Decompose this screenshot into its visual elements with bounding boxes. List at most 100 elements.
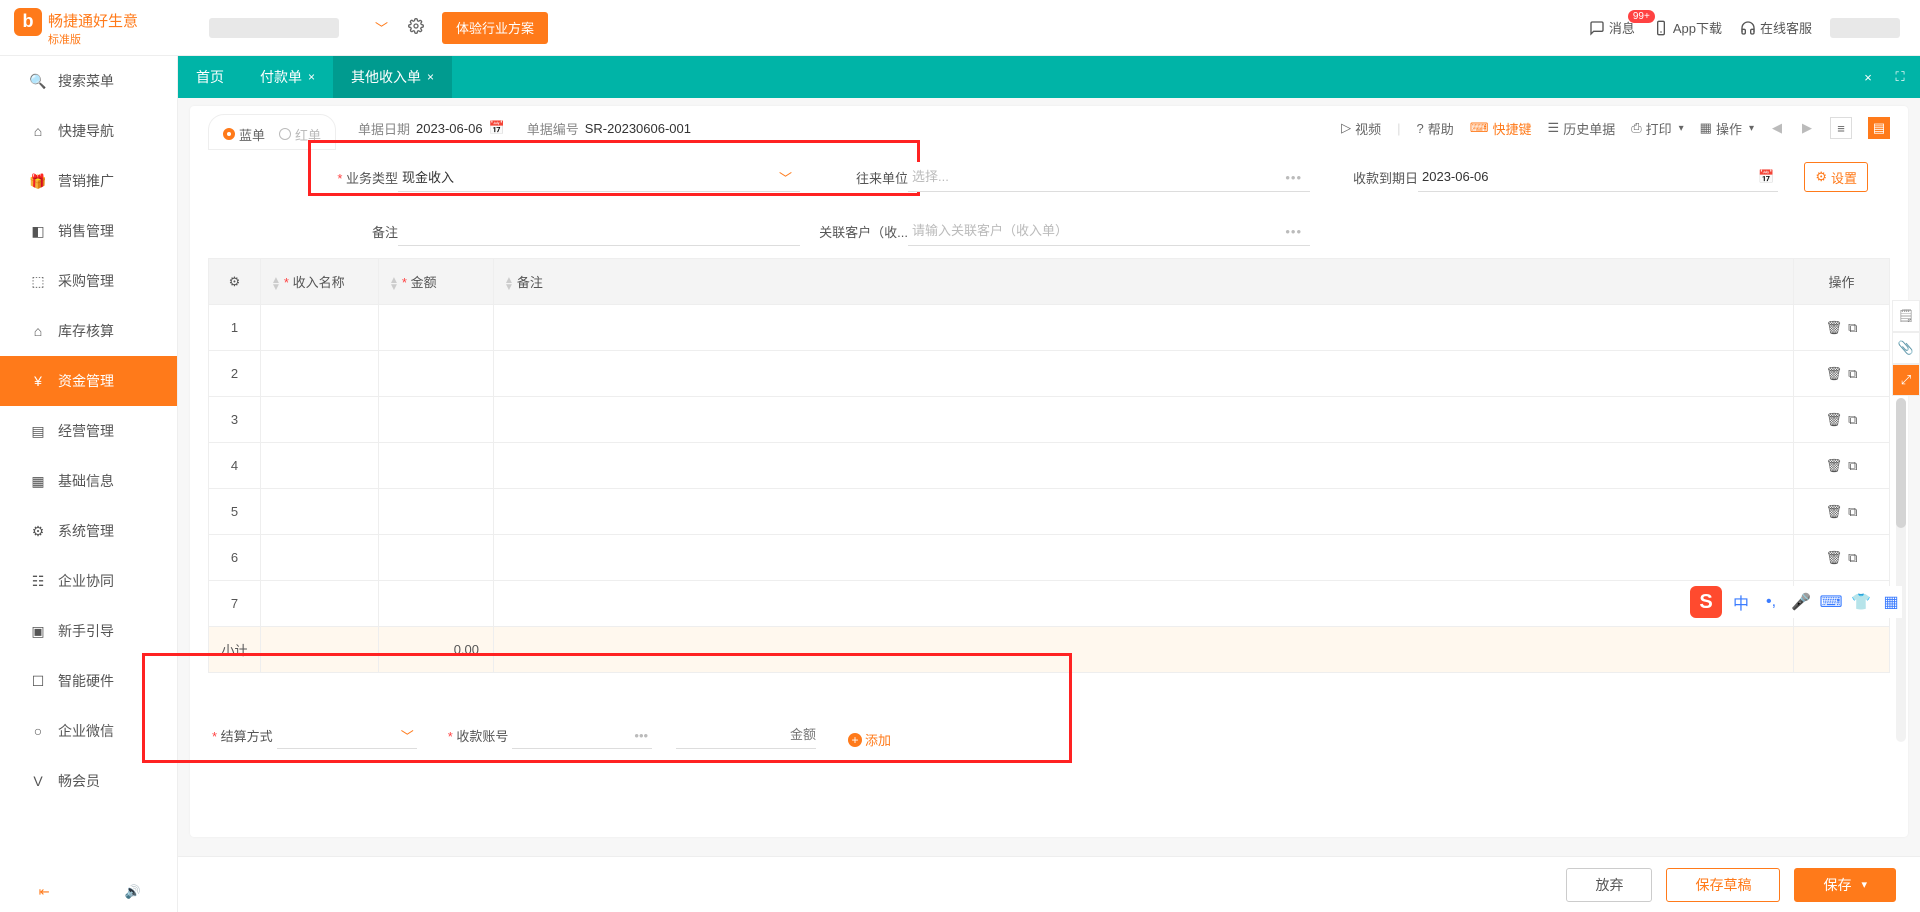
cell-amount[interactable] — [379, 581, 494, 627]
table-gear-header[interactable]: ⚙ — [209, 259, 261, 305]
sidebar-item-purchase[interactable]: ⬚采购管理 — [0, 256, 177, 306]
th-income-name[interactable]: ▲▼收入名称 — [261, 259, 379, 305]
print-link[interactable]: ⎙打印▾ — [1631, 119, 1683, 138]
shortcut-link[interactable]: ⌨快捷键 — [1470, 119, 1532, 138]
rel-customer-input[interactable] — [908, 216, 1310, 246]
delete-row-icon[interactable]: 🗑 — [1826, 550, 1843, 565]
cell-income-name[interactable] — [261, 443, 379, 489]
cell-income-name[interactable] — [261, 489, 379, 535]
view-list-icon[interactable]: ≡ — [1830, 117, 1852, 139]
delete-row-icon[interactable]: 🗑 — [1826, 320, 1843, 335]
float-note-icon[interactable]: 🗒 — [1892, 300, 1920, 332]
messages-link[interactable]: 消息 — [1589, 18, 1635, 37]
delete-row-icon[interactable]: 🗑 — [1826, 412, 1843, 427]
video-link[interactable]: ▷视频 — [1341, 119, 1381, 138]
th-amount[interactable]: ▲▼金额 — [379, 259, 494, 305]
ime-punct-icon[interactable]: •, — [1760, 591, 1782, 613]
cell-remark[interactable] — [494, 535, 1794, 581]
chevron-down-icon[interactable]: ﹀ — [779, 168, 792, 187]
cell-remark[interactable] — [494, 397, 1794, 443]
user-menu[interactable] — [1830, 18, 1900, 38]
settings-button[interactable]: ⚙设置 — [1804, 162, 1868, 192]
sidebar-item-sales[interactable]: ◧销售管理 — [0, 206, 177, 256]
sidebar-item-funds[interactable]: ¥资金管理 — [0, 356, 177, 406]
th-remark[interactable]: ▲▼备注 — [494, 259, 1794, 305]
table-row[interactable]: 4🗑⧉ — [209, 443, 1890, 489]
cell-amount[interactable] — [379, 397, 494, 443]
operate-link[interactable]: ▦操作▾ — [1700, 119, 1754, 138]
ime-keyboard-icon[interactable]: ⌨ — [1820, 591, 1842, 613]
sidebar-item-marketing[interactable]: 🎁营销推广 — [0, 156, 177, 206]
radio-blue[interactable]: 蓝单 — [223, 125, 265, 144]
app-download-link[interactable]: App下载 — [1653, 18, 1722, 37]
cell-remark[interactable] — [494, 351, 1794, 397]
calendar-icon[interactable]: 📅 — [489, 120, 505, 136]
cell-amount[interactable] — [379, 443, 494, 489]
float-expand-icon[interactable]: ⤢ — [1892, 364, 1920, 396]
org-selector[interactable]: ﹀ — [209, 18, 388, 38]
due-date-input[interactable] — [1418, 162, 1778, 192]
close-icon[interactable]: × — [427, 70, 434, 84]
sidebar-item-system[interactable]: ⚙系统管理 — [0, 506, 177, 556]
next-doc-icon[interactable]: ▶ — [1800, 120, 1814, 136]
party-input[interactable] — [908, 162, 1310, 192]
tab-other-income[interactable]: 其他收入单× — [333, 56, 452, 98]
copy-row-icon[interactable]: ⧉ — [1848, 366, 1857, 381]
cell-amount[interactable] — [379, 351, 494, 397]
table-row[interactable]: 5🗑⧉ — [209, 489, 1890, 535]
tab-home[interactable]: 首页 — [178, 56, 242, 98]
cell-amount[interactable] — [379, 535, 494, 581]
gear-icon[interactable] — [408, 18, 424, 37]
delete-row-icon[interactable]: 🗑 — [1826, 504, 1843, 519]
sidebar-item-basicinfo[interactable]: ▦基础信息 — [0, 456, 177, 506]
view-card-icon[interactable]: ▤ — [1868, 117, 1890, 139]
settle-amount-input[interactable] — [676, 721, 816, 749]
sidebar-item-wechat[interactable]: ○企业微信 — [0, 706, 177, 756]
online-service-link[interactable]: 在线客服 — [1740, 18, 1812, 37]
cell-income-name[interactable] — [261, 397, 379, 443]
sidebar-item-business[interactable]: ▤经营管理 — [0, 406, 177, 456]
tab-payment[interactable]: 付款单× — [242, 56, 333, 98]
sidebar-item-search[interactable]: 🔍搜索菜单 — [0, 56, 177, 106]
scrollbar-thumb[interactable] — [1896, 398, 1906, 528]
more-icon[interactable]: ••• — [634, 728, 648, 743]
cell-income-name[interactable] — [261, 305, 379, 351]
cell-remark[interactable] — [494, 581, 1794, 627]
ime-mic-icon[interactable]: 🎤 — [1790, 591, 1812, 613]
chevron-down-icon[interactable]: ﹀ — [401, 726, 414, 745]
copy-row-icon[interactable]: ⧉ — [1848, 320, 1857, 335]
save-draft-button[interactable]: 保存草稿 — [1666, 868, 1780, 902]
calendar-icon[interactable]: 📅 — [1758, 169, 1774, 185]
history-link[interactable]: ☰历史单据 — [1548, 119, 1616, 138]
cell-remark[interactable] — [494, 443, 1794, 489]
copy-row-icon[interactable]: ⧉ — [1848, 458, 1857, 473]
more-icon[interactable]: ••• — [1285, 224, 1302, 239]
table-row[interactable]: 2🗑⧉ — [209, 351, 1890, 397]
cell-income-name[interactable] — [261, 351, 379, 397]
sidebar-item-guide[interactable]: ▣新手引导 — [0, 606, 177, 656]
table-row[interactable]: 3🗑⧉ — [209, 397, 1890, 443]
delete-row-icon[interactable]: 🗑 — [1826, 458, 1843, 473]
remark-input[interactable] — [398, 216, 800, 246]
doc-date-value[interactable]: 2023-06-06 — [416, 121, 483, 136]
settle-method-input[interactable] — [277, 721, 417, 749]
discard-button[interactable]: 放弃 — [1566, 868, 1652, 902]
sidebar-item-inventory[interactable]: ⌂库存核算 — [0, 306, 177, 356]
biz-type-input[interactable] — [398, 162, 800, 192]
table-row[interactable]: 1🗑⧉ — [209, 305, 1890, 351]
ime-zh-icon[interactable]: 中 — [1730, 591, 1752, 613]
experience-button[interactable]: 体验行业方案 — [442, 12, 548, 44]
copy-row-icon[interactable]: ⧉ — [1848, 550, 1857, 565]
ime-skin-icon[interactable]: 👕 — [1850, 591, 1872, 613]
copy-row-icon[interactable]: ⧉ — [1848, 412, 1857, 427]
radio-red[interactable]: 红单 — [279, 125, 321, 144]
table-row[interactable]: 7🗑⧉ — [209, 581, 1890, 627]
sidebar-item-collab[interactable]: ☷企业协同 — [0, 556, 177, 606]
cell-remark[interactable] — [494, 489, 1794, 535]
tab-close-all-icon[interactable]: × — [1856, 65, 1880, 89]
save-button[interactable]: 保存▾ — [1794, 868, 1896, 902]
add-settlement-button[interactable]: + 添加 — [848, 730, 891, 749]
sidebar-item-quicknav[interactable]: ⌂快捷导航 — [0, 106, 177, 156]
cell-amount[interactable] — [379, 489, 494, 535]
copy-row-icon[interactable]: ⧉ — [1848, 504, 1857, 519]
